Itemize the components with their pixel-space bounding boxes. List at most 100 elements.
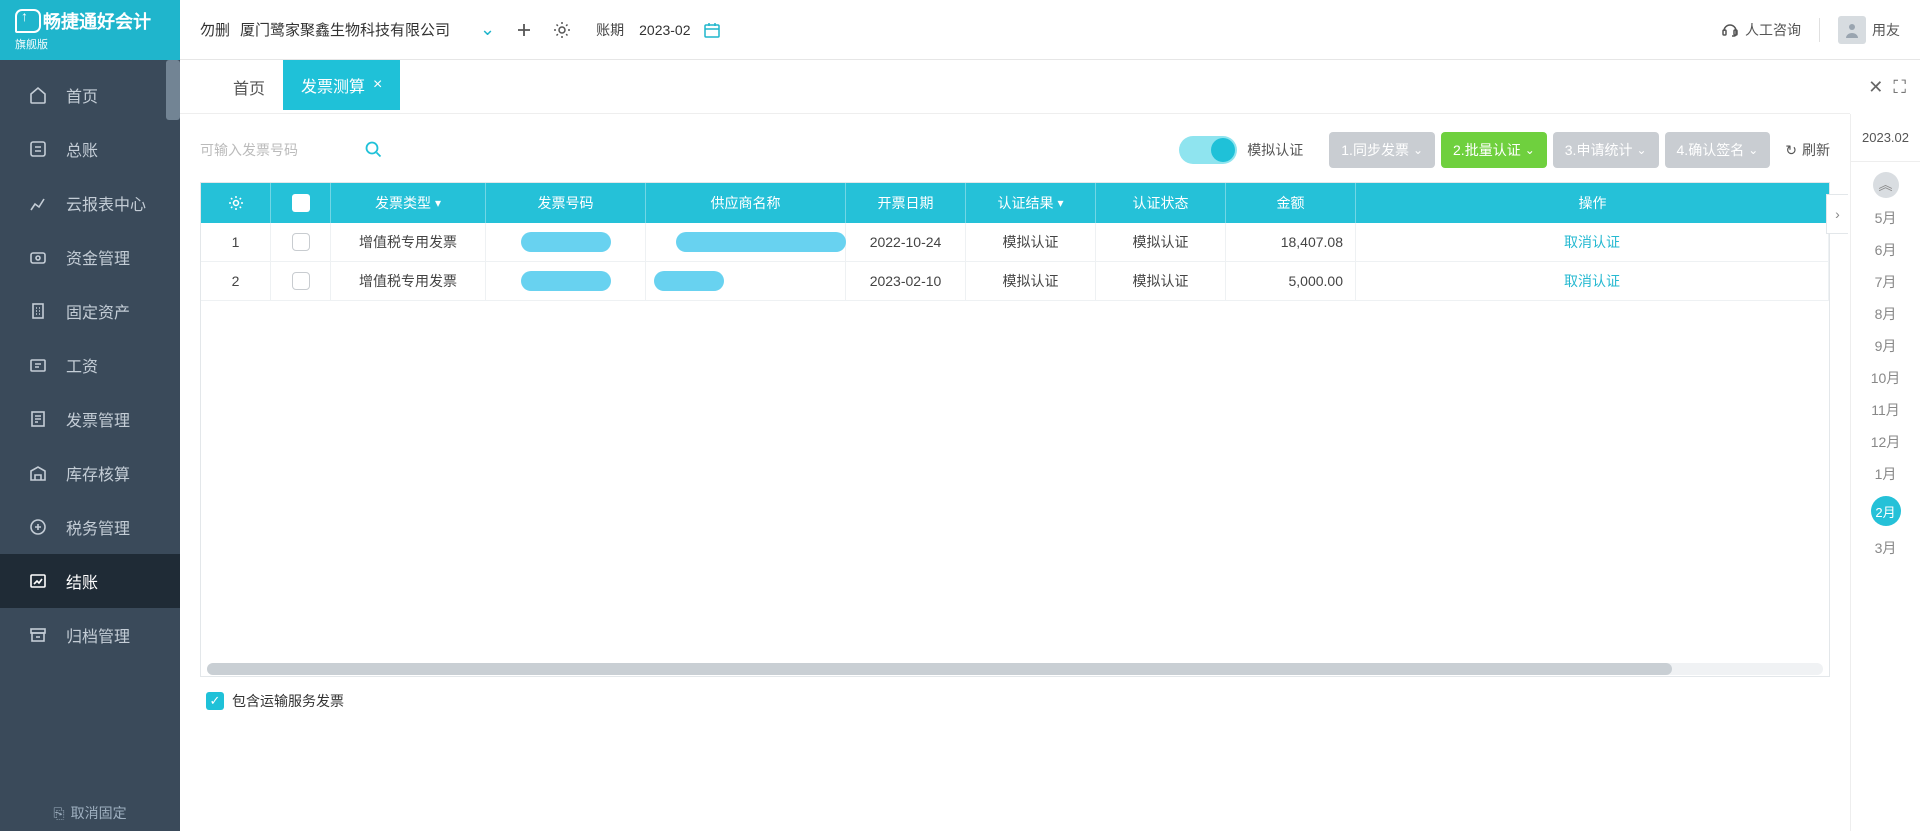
nav-inventory[interactable]: 库存核算 [0, 446, 180, 500]
cell-number [486, 223, 646, 261]
chart-icon [28, 193, 48, 213]
rail-month[interactable]: 9月 [1875, 336, 1897, 356]
nav-assets[interactable]: 固定资产 [0, 284, 180, 338]
rail-month[interactable]: 11月 [1871, 400, 1900, 420]
rail-month[interactable]: 12月 [1871, 432, 1901, 452]
nav-funds[interactable]: 资金管理 [0, 230, 180, 284]
rail-month[interactable]: 8月 [1875, 304, 1897, 324]
cell-checkbox[interactable] [271, 223, 331, 261]
rail-up-button[interactable]: ︽ [1873, 172, 1899, 198]
sidebar-unpin[interactable]: ⎘取消固定 [0, 795, 180, 831]
cell-amount: 5,000.00 [1226, 262, 1356, 300]
chevron-down-icon: ⌄ [1748, 143, 1758, 157]
simulate-toggle[interactable]: 模拟认证 [1179, 136, 1303, 164]
nav-reports[interactable]: 云报表中心 [0, 176, 180, 230]
cell-result: 模拟认证 [966, 262, 1096, 300]
nav-salary[interactable]: 工资 [0, 338, 180, 392]
nav-label: 发票管理 [66, 407, 130, 431]
scroll-thumb[interactable] [207, 663, 1672, 675]
checkbox-icon [292, 272, 310, 290]
nav-label: 归档管理 [66, 623, 130, 647]
step-batch[interactable]: 2.批量认证⌄ [1441, 132, 1547, 168]
cancel-link[interactable]: 取消认证 [1564, 271, 1620, 291]
th-result[interactable]: 认证结果▾ [966, 183, 1096, 223]
chevron-down-icon: ⌄ [1413, 143, 1423, 157]
cell-index: 2 [201, 262, 271, 300]
cell-checkbox[interactable] [271, 262, 331, 300]
cell-number [486, 262, 646, 300]
user-button[interactable]: 用友 [1838, 16, 1900, 44]
rail-month[interactable]: 7月 [1875, 272, 1897, 292]
step-label: 3.申请统计 [1565, 140, 1633, 160]
close-icon[interactable]: × [373, 76, 382, 94]
unpin-label: 取消固定 [71, 803, 127, 823]
th-status: 认证状态 [1096, 183, 1226, 223]
search-input[interactable] [200, 142, 350, 159]
invoice-icon [28, 409, 48, 429]
nav-ledger[interactable]: 总账 [0, 122, 180, 176]
rail-month[interactable]: 5月 [1875, 208, 1897, 228]
th-checkbox[interactable] [271, 183, 331, 223]
settings-button[interactable] [553, 21, 571, 39]
checkbox-icon [292, 233, 310, 251]
add-button[interactable] [515, 21, 533, 39]
step-apply[interactable]: 3.申请统计⌄ [1553, 132, 1659, 168]
nav-invoice[interactable]: 发票管理 [0, 392, 180, 446]
sidebar-scrollbar[interactable] [166, 60, 180, 120]
fullscreen-button[interactable]: ⛶ [1893, 77, 1906, 98]
headset-icon [1721, 21, 1739, 39]
brand-logo: 畅捷通好会计 旗舰版 [0, 0, 180, 60]
th-gear[interactable] [201, 183, 271, 223]
table-empty-area [200, 301, 1830, 661]
cancel-link[interactable]: 取消认证 [1564, 232, 1620, 252]
footer-checkbox[interactable]: ✓ [206, 692, 224, 710]
help-button[interactable]: 人工咨询 [1721, 20, 1801, 40]
rail-month[interactable]: 6月 [1875, 240, 1897, 260]
nav-label: 结账 [66, 569, 98, 593]
step-label: 4.确认签名 [1677, 140, 1745, 160]
tab-home[interactable]: 首页 [215, 65, 283, 109]
cell-type: 增值税专用发票 [331, 223, 486, 261]
nav-label: 税务管理 [66, 515, 130, 539]
search-icon[interactable] [364, 140, 384, 160]
topbar: 勿删 厦门鹭家聚鑫生物科技有限公司 ⌄ 账期 2023-02 人工咨询 用友 [180, 0, 1920, 60]
company-selector[interactable]: 勿删 厦门鹭家聚鑫生物科技有限公司 ⌄ [200, 19, 495, 40]
close-all-button[interactable]: ✕ [1868, 77, 1883, 98]
rail-month[interactable]: 1月 [1875, 464, 1897, 484]
expand-rail-button[interactable]: › [1826, 194, 1848, 234]
rail-month[interactable]: 3月 [1875, 538, 1897, 558]
refresh-icon: ↻ [1785, 142, 1797, 159]
nav-close[interactable]: 结账 [0, 554, 180, 608]
refresh-button[interactable]: ↻刷新 [1785, 140, 1830, 160]
nav-label: 云报表中心 [66, 191, 146, 215]
chevron-down-icon: ⌄ [480, 19, 495, 40]
cell-index: 1 [201, 223, 271, 261]
step-label: 2.批量认证 [1453, 140, 1521, 160]
tab-invoice-calc[interactable]: 发票测算× [283, 60, 400, 110]
cell-result: 模拟认证 [966, 223, 1096, 261]
toggle-label: 模拟认证 [1247, 140, 1303, 160]
step-sign[interactable]: 4.确认签名⌄ [1665, 132, 1771, 168]
cell-date: 2022-10-24 [846, 223, 966, 261]
rail-period: 2023.02 [1851, 114, 1920, 162]
th-type[interactable]: 发票类型▾ [331, 183, 486, 223]
avatar-icon [1838, 16, 1866, 44]
archive-icon [28, 625, 48, 645]
th-date: 开票日期 [846, 183, 966, 223]
calendar-button[interactable] [703, 21, 721, 39]
nav-home[interactable]: 首页 [0, 68, 180, 122]
building-icon [28, 301, 48, 321]
brand-name: 畅捷通好会计 [15, 8, 180, 34]
step-sync[interactable]: 1.同步发票⌄ [1329, 132, 1435, 168]
divider [1819, 18, 1820, 42]
rail-month[interactable]: 10月 [1871, 368, 1901, 388]
h-scrollbar[interactable] [200, 661, 1830, 677]
topbar-right: 人工咨询 用友 [1721, 16, 1900, 44]
nav-archive[interactable]: 归档管理 [0, 608, 180, 662]
redacted-blob [521, 271, 611, 291]
checkbox-icon [292, 194, 310, 212]
chevron-down-icon: ▾ [435, 196, 441, 210]
period-value: 2023-02 [639, 22, 690, 38]
nav-tax[interactable]: 税务管理 [0, 500, 180, 554]
rail-month-current[interactable]: 2月 [1871, 496, 1901, 526]
